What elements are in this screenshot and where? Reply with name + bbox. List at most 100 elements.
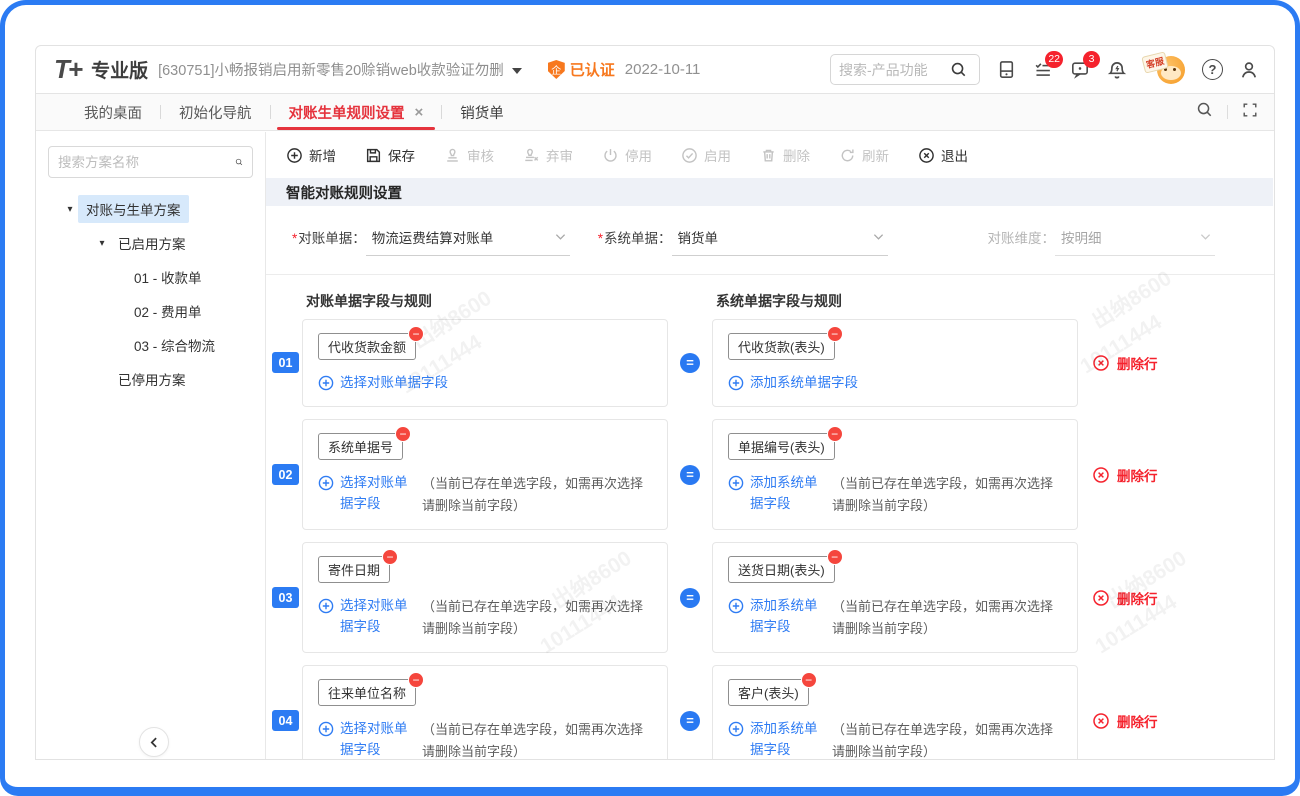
select-recon-field-link[interactable]: 选择对账单据字段 [318,373,448,394]
rule-form: *对账单据： 物流运费结算对账单 *系统单据： 销货单 对账维度： [266,206,1274,256]
tab-label: 初始化导航 [179,102,252,123]
single-select-note: （当前已存在单选字段，如需再次选择请删除当前字段） [422,473,653,517]
tab-recon-rule-settings[interactable]: 对账生单规则设置 × [271,94,442,130]
link-label: 添加系统单据字段 [750,373,858,394]
remove-field-icon[interactable]: − [801,672,817,688]
equals-icon: = [680,353,700,373]
tree-node-scheme-02[interactable]: 02 - 费用单 [48,294,253,328]
scheme-search-box[interactable] [48,146,253,178]
message-icon[interactable]: 3 [1069,59,1091,81]
tree-node-enabled-schemes[interactable]: ▾ 已启用方案 [48,226,253,260]
delete-row-button[interactable]: 删除行 [1092,711,1274,731]
add-system-field-link[interactable]: 添加系统单据字段 [728,373,858,394]
required-mark: * [292,231,297,246]
tab-search-icon[interactable] [1196,101,1213,123]
tab-sales-order[interactable]: 销货单 [442,94,522,130]
caret-down-icon[interactable]: ▾ [62,204,78,215]
tree-node-label: 对账与生单方案 [78,195,189,223]
select-recon-field-link[interactable]: 选择对账单据字段 [318,719,410,759]
main-content: 出纳860010111444 出纳860010111444 出纳86001011… [266,132,1274,759]
cert-shield-icon: 企 [548,60,565,79]
delete-row-button[interactable]: 删除行 [1092,465,1274,485]
exit-button[interactable]: 退出 [918,145,968,165]
remove-field-icon[interactable]: − [408,672,424,688]
tree-node-scheme-01[interactable]: 01 - 收款单 [48,260,253,294]
mascot-eye [1173,68,1176,71]
audit-button[interactable]: 审核 [444,145,494,165]
equals-icon: = [680,711,700,731]
tree-node-disabled-schemes[interactable]: 已停用方案 [48,362,253,396]
power-icon [602,147,619,164]
caret-down-icon[interactable]: ▾ [94,238,110,249]
chevron-down-icon [1200,228,1211,246]
tab-my-desktop[interactable]: 我的桌面 [66,94,160,130]
delete-row-button[interactable]: 删除行 [1092,353,1274,373]
tab-label: 我的桌面 [84,102,142,123]
product-search-input[interactable] [839,62,947,78]
recon-field-card: 系统单据号− 选择对账单据字段 （当前已存在单选字段，如需再次选择请删除当前字段… [302,419,668,530]
chevron-down-icon [555,228,566,246]
field-tag: 送货日期(表头)− [728,556,835,583]
add-system-field-link[interactable]: 添加系统单据字段 [728,596,820,638]
select-recon-field-link[interactable]: 选择对账单据字段 [318,473,410,515]
button-label: 删除 [783,145,810,165]
link-label: 选择对账单据字段 [340,473,410,515]
remove-field-icon[interactable]: − [827,426,843,442]
delete-row-button[interactable]: 删除行 [1092,588,1274,608]
remove-field-icon[interactable]: − [408,326,424,342]
user-icon[interactable] [1238,59,1260,81]
add-system-field-link[interactable]: 添加系统单据字段 [728,719,820,759]
link-label: 选择对账单据字段 [340,373,448,394]
row-number-badge: 04 [272,710,299,731]
workbench-icon[interactable] [995,59,1017,81]
rule-row-03: 03 寄件日期− 选择对账单据字段 （当前已存在单选字段，如需再次选择请删除当前… [272,542,1274,653]
search-icon[interactable] [947,59,969,81]
remove-field-icon[interactable]: − [395,426,411,442]
deactivate-button[interactable]: 停用 [602,145,652,165]
tree-node-label: 02 - 费用单 [126,297,210,325]
rules-grid: 对账单据字段与规则 系统单据字段与规则 01 代收货款金额− 选择对账单据字段 … [266,275,1274,759]
tree-node-scheme-03[interactable]: 03 - 综合物流 [48,328,253,362]
todo-count-badge: 22 [1045,51,1063,68]
remove-field-icon[interactable]: − [827,549,843,565]
delete-button[interactable]: 删除 [760,145,810,165]
add-button[interactable]: 新增 [286,145,336,165]
button-label: 停用 [625,145,652,165]
notification-bell-icon[interactable] [1106,59,1128,81]
tab-init-nav[interactable]: 初始化导航 [161,94,270,130]
product-search-box[interactable] [830,54,980,85]
account-caret-icon[interactable] [512,68,522,74]
field-tag: 客户(表头)− [728,679,809,706]
activate-button[interactable]: 启用 [681,145,731,165]
system-field-card: 送货日期(表头)− 添加系统单据字段 （当前已存在单选字段，如需再次选择请删除当… [712,542,1078,653]
remove-field-icon[interactable]: − [827,326,843,342]
save-button[interactable]: 保存 [365,145,415,165]
link-label: 添加系统单据字段 [750,473,820,515]
check-circle-icon [681,147,698,164]
add-system-field-link[interactable]: 添加系统单据字段 [728,473,820,515]
select-recon-field-link[interactable]: 选择对账单据字段 [318,596,410,638]
system-doc-select[interactable]: 销货单 [672,224,888,256]
service-mascot[interactable]: 客服 [1143,54,1187,86]
system-field-card: 代收货款(表头)− 添加系统单据字段 [712,319,1078,407]
refresh-button[interactable]: 刷新 [839,145,889,165]
field-tag: 代收货款(表头)− [728,333,835,360]
cert-status-label: 已认证 [570,59,615,80]
button-label: 刷新 [862,145,889,165]
tabbar-divider [1227,105,1228,119]
single-select-note: （当前已存在单选字段，如需再次选择请删除当前字段） [832,473,1063,517]
remove-field-icon[interactable]: − [382,549,398,565]
fullscreen-icon[interactable] [1242,102,1258,123]
link-label: 选择对账单据字段 [340,596,410,638]
scheme-search-input[interactable] [58,155,235,170]
tab-label: 销货单 [460,102,504,123]
action-toolbar: 新增 保存 审核 弃审 停用 [266,132,1274,178]
recon-doc-select[interactable]: 物流运费结算对账单 [366,224,570,256]
sidebar-collapse-button[interactable] [139,727,169,757]
help-icon[interactable]: ? [1202,59,1223,80]
unaudit-button[interactable]: 弃审 [523,145,573,165]
close-tab-icon[interactable]: × [415,104,424,121]
tree-node-recon-schemes[interactable]: ▾ 对账与生单方案 [48,192,253,226]
tab-label: 对账生单规则设置 [289,102,405,123]
todo-list-icon[interactable]: 22 [1032,59,1054,81]
